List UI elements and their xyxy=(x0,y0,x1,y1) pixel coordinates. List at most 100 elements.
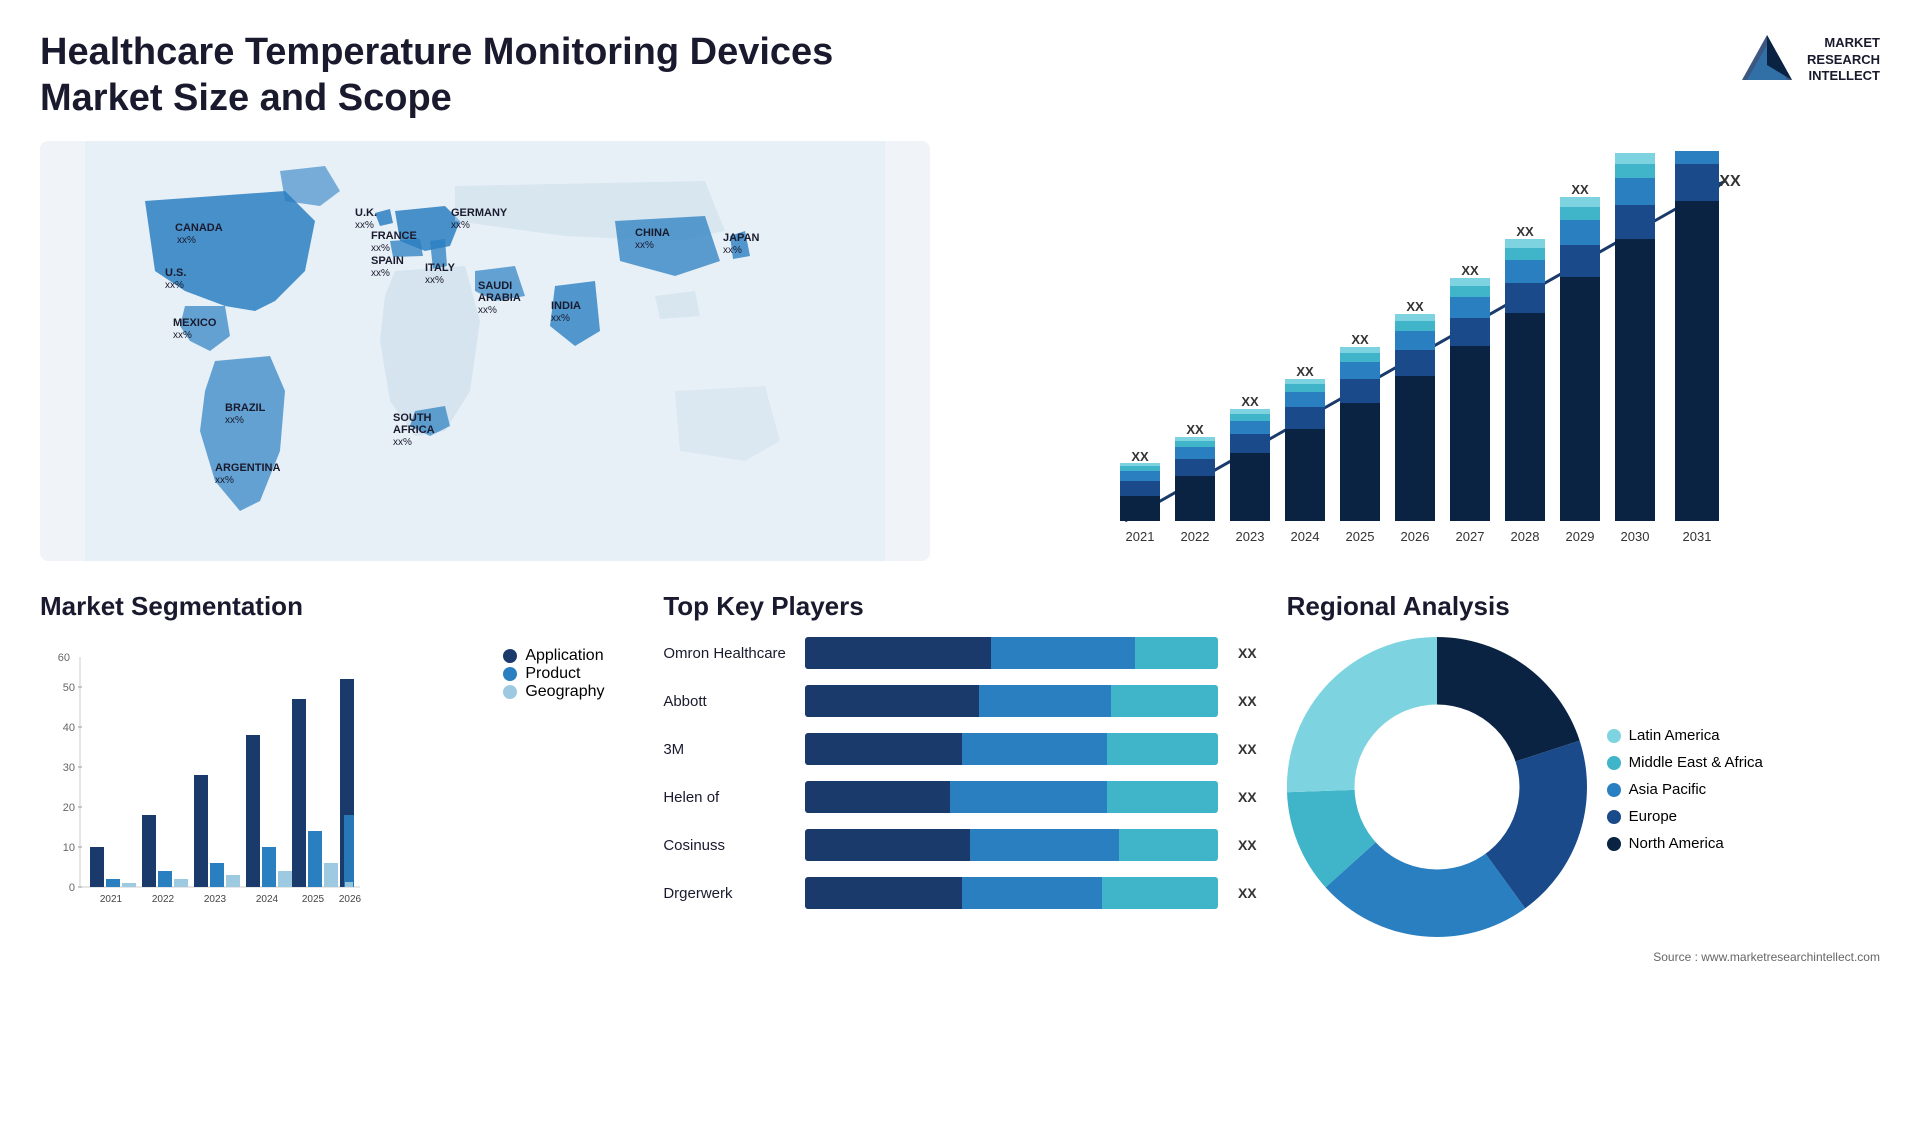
product-dot xyxy=(503,667,517,681)
reg-legend-europe: Europe xyxy=(1607,808,1763,825)
latin-dot xyxy=(1607,729,1621,743)
logo-line3: INTELLECT xyxy=(1807,68,1880,85)
player-name-helen: Helen of xyxy=(663,789,793,806)
player-val-helen: XX xyxy=(1238,789,1257,805)
svg-text:30: 30 xyxy=(63,762,75,774)
product-label: Product xyxy=(525,665,580,683)
players-chart: Omron Healthcare XX Abbott XX 3M xyxy=(663,637,1256,909)
svg-text:AFRICA: AFRICA xyxy=(393,424,435,436)
svg-text:FRANCE: FRANCE xyxy=(371,230,417,242)
svg-text:2023: 2023 xyxy=(1236,529,1265,544)
player-val-omron: XX xyxy=(1238,645,1257,661)
svg-text:MEXICO: MEXICO xyxy=(173,317,217,329)
svg-text:XX: XX xyxy=(1351,332,1369,347)
regional-title: Regional Analysis xyxy=(1287,591,1880,622)
player-row-abbott: Abbott XX xyxy=(663,685,1256,717)
svg-text:BRAZIL: BRAZIL xyxy=(225,402,266,414)
svg-text:xx%: xx% xyxy=(478,305,497,316)
svg-text:2022: 2022 xyxy=(1181,529,1210,544)
svg-text:2029: 2029 xyxy=(1566,529,1595,544)
svg-text:2024: 2024 xyxy=(1291,529,1320,544)
regional-panel: Regional Analysis xyxy=(1287,591,1880,964)
reg-legend-latin: Latin America xyxy=(1607,727,1763,744)
svg-text:XX: XX xyxy=(1626,151,1644,154)
svg-text:2025: 2025 xyxy=(302,894,325,905)
player-row-cosinuss: Cosinuss XX xyxy=(663,829,1256,861)
growth-chart-svg: XX XX XX XX xyxy=(970,151,1860,551)
svg-text:xx%: xx% xyxy=(551,313,570,324)
player-row-helen: Helen of XX xyxy=(663,781,1256,813)
top-section: CANADA xx% U.S. xx% MEXICO xx% BRAZIL xx… xyxy=(40,141,1880,561)
player-val-3m: XX xyxy=(1238,741,1257,757)
svg-text:50: 50 xyxy=(63,682,75,694)
regional-content: Latin America Middle East & Africa Asia … xyxy=(1287,637,1880,942)
player-row-drger: Drgerwerk XX xyxy=(663,877,1256,909)
player-val-abbott: XX xyxy=(1238,693,1257,709)
svg-text:XX: XX xyxy=(1719,173,1741,190)
logo-text: MARKET RESEARCH INTELLECT xyxy=(1807,35,1880,86)
svg-text:xx%: xx% xyxy=(177,235,196,246)
svg-text:2031: 2031 xyxy=(1683,529,1712,544)
seg-chart-svg: 0 10 20 30 40 50 60 xyxy=(40,637,380,937)
svg-text:40: 40 xyxy=(63,722,75,734)
segmentation-panel: Market Segmentation 0 10 20 30 xyxy=(40,591,633,964)
svg-text:ARGENTINA: ARGENTINA xyxy=(215,462,280,474)
svg-text:xx%: xx% xyxy=(393,437,412,448)
svg-text:XX: XX xyxy=(1461,263,1479,278)
latin-label: Latin America xyxy=(1629,727,1720,744)
player-name-abbott: Abbott xyxy=(663,693,793,710)
application-dot xyxy=(503,649,517,663)
svg-text:60: 60 xyxy=(58,652,70,664)
legend-product: Product xyxy=(503,665,633,683)
players-title: Top Key Players xyxy=(663,591,1256,622)
svg-text:2021: 2021 xyxy=(100,894,123,905)
svg-text:GERMANY: GERMANY xyxy=(451,207,508,219)
svg-text:XX: XX xyxy=(1571,182,1589,197)
player-name-cosinuss: Cosinuss xyxy=(663,837,793,854)
svg-text:xx%: xx% xyxy=(723,245,742,256)
player-row-omron: Omron Healthcare XX xyxy=(663,637,1256,669)
svg-text:xx%: xx% xyxy=(173,330,192,341)
svg-text:XX: XX xyxy=(1131,449,1149,464)
svg-text:2030: 2030 xyxy=(1621,529,1650,544)
application-label: Application xyxy=(525,647,603,665)
world-map-svg: CANADA xx% U.S. xx% MEXICO xx% BRAZIL xx… xyxy=(40,141,930,561)
svg-text:SPAIN: SPAIN xyxy=(371,255,404,267)
reg-legend-na: North America xyxy=(1607,835,1763,852)
svg-text:2026: 2026 xyxy=(339,894,362,905)
svg-text:10: 10 xyxy=(63,842,75,854)
svg-text:U.K.: U.K. xyxy=(355,207,377,219)
svg-text:SAUDI: SAUDI xyxy=(478,280,512,292)
svg-text:20: 20 xyxy=(63,802,75,814)
svg-text:SOUTH: SOUTH xyxy=(393,412,432,424)
svg-text:JAPAN: JAPAN xyxy=(723,232,760,244)
svg-text:2021: 2021 xyxy=(1126,529,1155,544)
apac-dot xyxy=(1607,783,1621,797)
logo-icon xyxy=(1737,30,1797,90)
player-name-drger: Drgerwerk xyxy=(663,885,793,902)
bottom-section: Market Segmentation 0 10 20 30 xyxy=(40,591,1880,964)
svg-text:xx%: xx% xyxy=(225,415,244,426)
mea-label: Middle East & Africa xyxy=(1629,754,1763,771)
mea-dot xyxy=(1607,756,1621,770)
svg-text:XX: XX xyxy=(1296,364,1314,379)
page-title: Healthcare Temperature Monitoring Device… xyxy=(40,30,840,121)
donut-chart xyxy=(1287,637,1587,942)
donut-svg xyxy=(1287,637,1587,937)
geography-label: Geography xyxy=(525,683,604,701)
svg-text:INDIA: INDIA xyxy=(551,300,581,312)
europe-dot xyxy=(1607,810,1621,824)
svg-text:2024: 2024 xyxy=(256,894,279,905)
svg-text:CANADA: CANADA xyxy=(175,222,223,234)
player-val-cosinuss: XX xyxy=(1238,837,1257,853)
regional-legend: Latin America Middle East & Africa Asia … xyxy=(1607,727,1763,852)
seg-legend: Application Product Geography xyxy=(503,637,633,701)
logo-area: MARKET RESEARCH INTELLECT xyxy=(1737,30,1880,90)
player-val-drger: XX xyxy=(1238,885,1257,901)
logo-line1: MARKET xyxy=(1807,35,1880,52)
world-map-container: CANADA xx% U.S. xx% MEXICO xx% BRAZIL xx… xyxy=(40,141,930,561)
svg-text:2025: 2025 xyxy=(1346,529,1375,544)
player-bar-abbott xyxy=(805,685,1218,717)
player-row-3m: 3M XX xyxy=(663,733,1256,765)
svg-text:xx%: xx% xyxy=(215,475,234,486)
